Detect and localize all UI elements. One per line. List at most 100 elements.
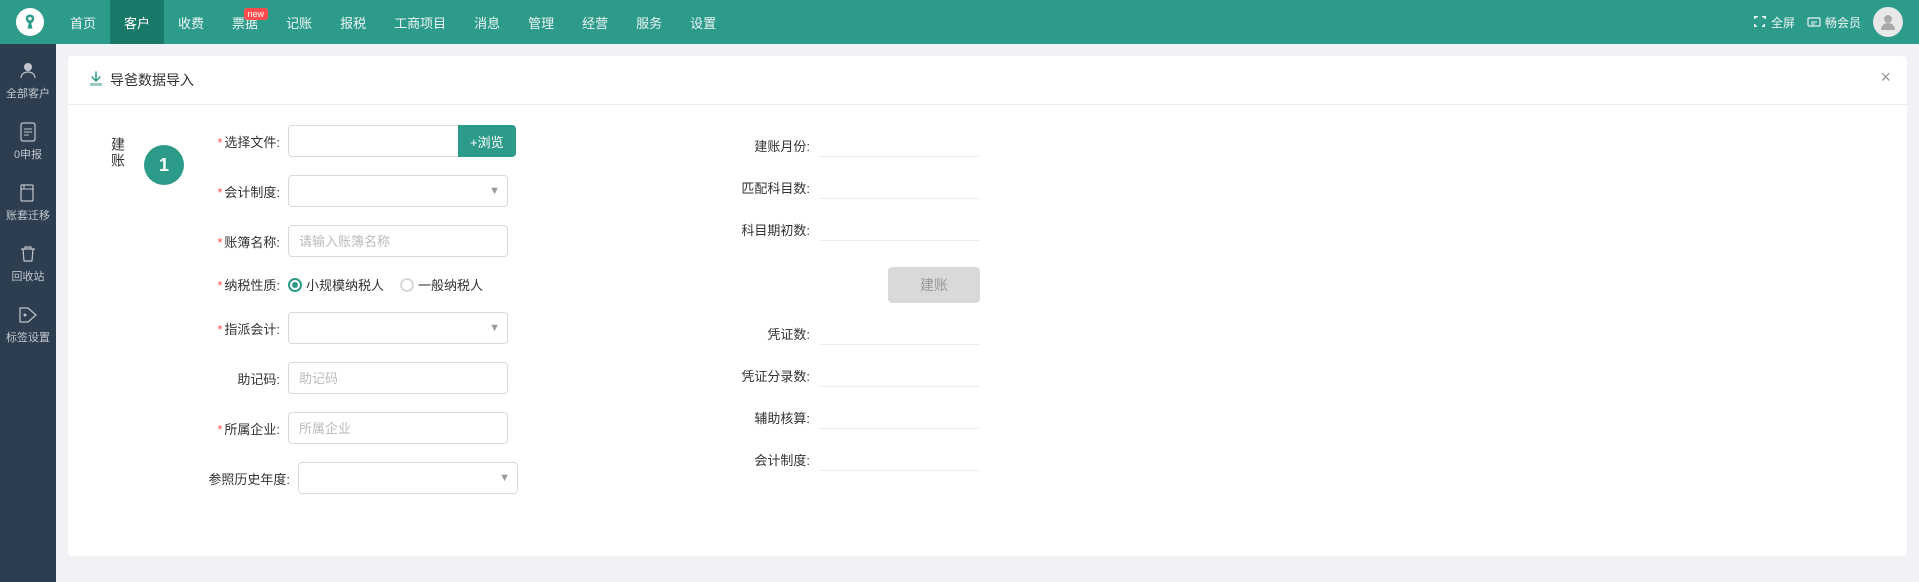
- voucher-records-value: [818, 363, 980, 387]
- tax-nature-label: *纳税性质:: [200, 275, 280, 294]
- new-badge: new: [244, 8, 269, 20]
- voucher-count-value: [818, 321, 980, 345]
- book-icon: [17, 182, 39, 204]
- radio-circle-small: [288, 278, 302, 292]
- page-panel: 导爸数据导入 × 建账 1 *选择文件:: [68, 56, 1907, 556]
- close-btn[interactable]: ×: [1880, 68, 1891, 86]
- form-fields: *选择文件: +浏览 *会计制度:: [200, 125, 680, 512]
- build-month-value: [818, 133, 980, 157]
- sidebar-item-account-migration[interactable]: 账套迁移: [0, 174, 56, 231]
- nav-tax[interactable]: 报税: [326, 0, 380, 44]
- nav-settings[interactable]: 设置: [676, 0, 730, 44]
- match-subjects-row: 匹配科目数:: [720, 175, 980, 199]
- nav-customer[interactable]: 客户: [110, 0, 164, 44]
- voucher-records-row: 凭证分录数:: [720, 363, 980, 387]
- subject-init-label: 科目期初数:: [720, 220, 810, 239]
- history-year-label: 参照历史年度:: [200, 469, 290, 488]
- avatar[interactable]: [1873, 7, 1903, 37]
- trash-icon: [17, 243, 39, 265]
- company-input[interactable]: [288, 412, 508, 444]
- right-accounting-system-label: 会计制度:: [720, 450, 810, 469]
- nav-service[interactable]: 服务: [622, 0, 676, 44]
- file-input[interactable]: [288, 125, 458, 157]
- file-select-row: *选择文件: +浏览: [200, 125, 680, 157]
- step-label: 建账: [108, 137, 128, 169]
- nav-fee[interactable]: 收费: [164, 0, 218, 44]
- logo-area[interactable]: [8, 0, 52, 44]
- aux-accounting-label: 辅助核算:: [720, 408, 810, 427]
- tax-general-option[interactable]: 一般纳税人: [400, 275, 483, 294]
- memo-code-label: 助记码:: [200, 369, 280, 388]
- accounting-system-row: *会计制度: ▼: [200, 175, 680, 207]
- aux-accounting-row: 辅助核算:: [720, 405, 980, 429]
- nav-right-area: 全屏 畅会员: [1753, 7, 1903, 37]
- top-navigation: 首页 客户 收费 票据 new 记账 报税 工商项目 消息 管理 经营 服务 设…: [0, 0, 1919, 44]
- nav-bookkeeping[interactable]: 记账: [272, 0, 326, 44]
- sidebar: 全部客户 0申报 账套迁移 回收站 标签设置: [0, 44, 56, 582]
- panel-header: 导爸数据导入 ×: [68, 56, 1907, 105]
- match-subjects-label: 匹配科目数:: [720, 178, 810, 197]
- account-name-input[interactable]: [288, 225, 508, 257]
- memo-code-row: 助记码:: [200, 362, 680, 394]
- nav-business[interactable]: 工商项目: [380, 0, 460, 44]
- right-info-panel: 建账月份: 匹配科目数: 科目期初数: 建账 凭证: [720, 125, 980, 512]
- match-subjects-value: [818, 175, 980, 199]
- account-name-row: *账簿名称:: [200, 225, 680, 257]
- history-year-select[interactable]: [298, 462, 518, 494]
- step-badge: 1: [144, 145, 184, 185]
- nav-manage[interactable]: 管理: [514, 0, 568, 44]
- build-month-label: 建账月份:: [720, 136, 810, 155]
- aux-accounting-value: [818, 405, 980, 429]
- nav-invoice[interactable]: 票据 new: [218, 0, 272, 44]
- sidebar-item-recycle[interactable]: 回收站: [0, 235, 56, 292]
- assign-accountant-wrap: ▼: [288, 312, 508, 344]
- company-label: *所属企业:: [200, 419, 280, 438]
- voucher-count-row: 凭证数:: [720, 321, 980, 345]
- nav-items: 首页 客户 收费 票据 new 记账 报税 工商项目 消息 管理 经营 服务 设…: [56, 0, 1753, 44]
- accounting-system-select[interactable]: [288, 175, 508, 207]
- assign-accountant-label: *指派会计:: [200, 319, 280, 338]
- user-icon: [17, 60, 39, 82]
- account-name-label: *账簿名称:: [200, 232, 280, 251]
- assign-accountant-select[interactable]: [288, 312, 508, 344]
- accounting-system-wrap: ▼: [288, 175, 508, 207]
- build-account-btn[interactable]: 建账: [888, 267, 980, 303]
- logo-icon: [16, 8, 44, 36]
- fullscreen-btn[interactable]: 全屏: [1753, 14, 1795, 31]
- panel-title: 导爸数据导入: [110, 70, 194, 90]
- main-layout: 全部客户 0申报 账套迁移 回收站 标签设置: [0, 44, 1919, 582]
- subject-init-value: [818, 217, 980, 241]
- nav-message[interactable]: 消息: [460, 0, 514, 44]
- tax-small-scale-option[interactable]: 小规模纳税人: [288, 275, 384, 294]
- main-content: 导爸数据导入 × 建账 1 *选择文件:: [56, 44, 1919, 582]
- nav-operation[interactable]: 经营: [568, 0, 622, 44]
- history-year-wrap: ▼: [298, 462, 518, 494]
- import-icon: [88, 71, 104, 90]
- member-btn[interactable]: 畅会员: [1807, 14, 1861, 31]
- voucher-count-label: 凭证数:: [720, 324, 810, 343]
- company-row: *所属企业:: [200, 412, 680, 444]
- nav-home[interactable]: 首页: [56, 0, 110, 44]
- sidebar-item-zero-report[interactable]: 0申报: [0, 113, 56, 170]
- tax-nature-row: *纳税性质: 小规模纳税人 一般纳税人: [200, 275, 680, 294]
- file-label: *选择文件:: [200, 132, 280, 151]
- accounting-system-label: *会计制度:: [200, 182, 280, 201]
- tax-radio-group: 小规模纳税人 一般纳税人: [288, 275, 483, 294]
- voucher-records-label: 凭证分录数:: [720, 366, 810, 385]
- file-icon: [17, 121, 39, 143]
- browse-btn[interactable]: +浏览: [458, 125, 516, 157]
- sidebar-item-label-settings[interactable]: 标签设置: [0, 296, 56, 353]
- form-container: 建账 1 *选择文件: +浏览: [68, 105, 1907, 532]
- sidebar-item-all-customers[interactable]: 全部客户: [0, 52, 56, 109]
- build-month-row: 建账月份:: [720, 133, 980, 157]
- right-accounting-system-row: 会计制度:: [720, 447, 980, 471]
- memo-code-input[interactable]: [288, 362, 508, 394]
- right-accounting-system-value: [818, 447, 980, 471]
- form-left-section: 建账 1 *选择文件: +浏览: [108, 125, 680, 512]
- tag-icon: [17, 304, 39, 326]
- history-year-row: 参照历史年度: ▼: [200, 462, 680, 494]
- subject-init-row: 科目期初数:: [720, 217, 980, 241]
- file-input-wrap: +浏览: [288, 125, 516, 157]
- radio-circle-general: [400, 278, 414, 292]
- assign-accountant-row: *指派会计: ▼: [200, 312, 680, 344]
